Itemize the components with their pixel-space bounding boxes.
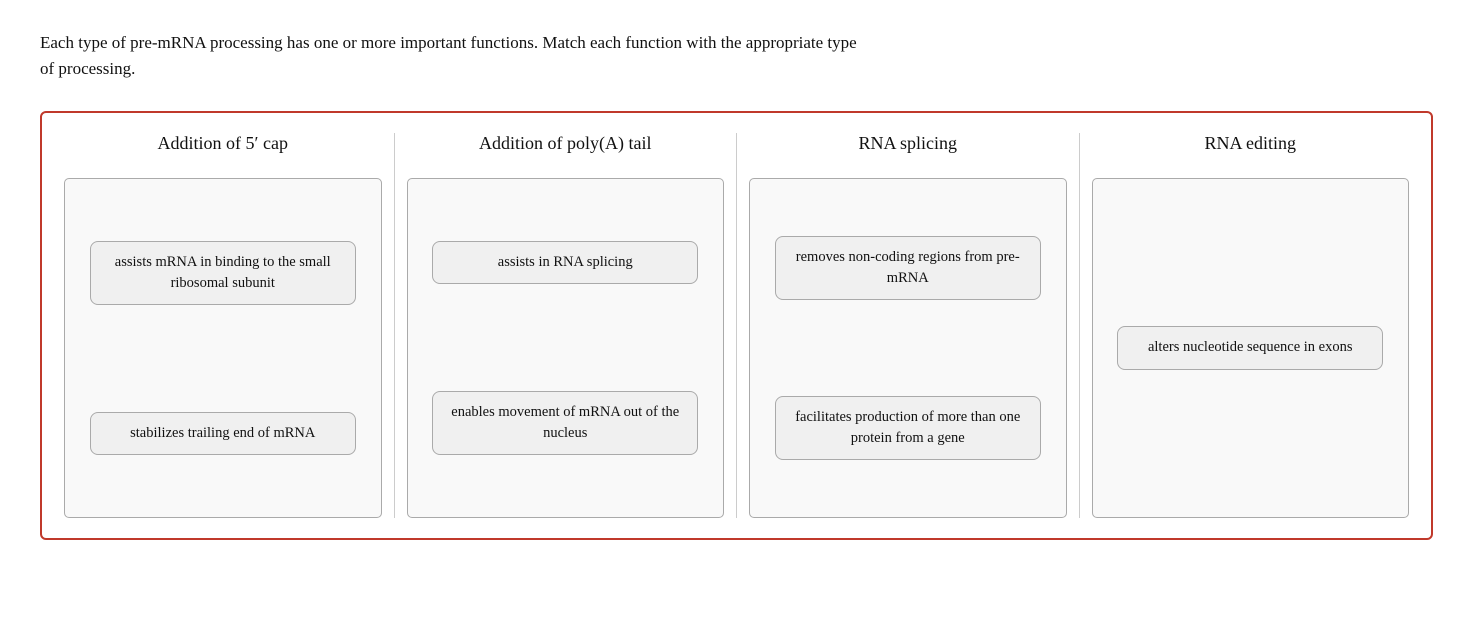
- instructions-line1: Each type of pre-mRNA processing has one…: [40, 33, 857, 52]
- col-5cap-header: Addition of 5′ cap: [158, 133, 288, 162]
- col-polya-dropzone[interactable]: assists in RNA splicing enables movement …: [407, 178, 725, 518]
- col-5cap-dropzone[interactable]: assists mRNA in binding to the small rib…: [64, 178, 382, 518]
- card-2[interactable]: stabilizes trailing end of mRNA: [90, 412, 356, 455]
- instructions: Each type of pre-mRNA processing has one…: [40, 30, 1420, 81]
- card-3[interactable]: assists in RNA splicing: [432, 241, 698, 284]
- col-polya: Addition of poly(A) tail assists in RNA s…: [395, 133, 738, 518]
- col-splicing-header: RNA splicing: [858, 133, 957, 162]
- card-7[interactable]: alters nucleotide sequence in exons: [1117, 326, 1383, 369]
- col-5cap: Addition of 5′ cap assists mRNA in bindin…: [52, 133, 395, 518]
- col-splicing: RNA splicing removes non-coding regions f…: [737, 133, 1080, 518]
- instructions-line2: of processing.: [40, 59, 135, 78]
- col-editing: RNA editing alters nucleotide sequence in…: [1080, 133, 1422, 518]
- card-6[interactable]: facilitates production of more than one …: [775, 396, 1041, 460]
- card-5[interactable]: removes non-coding regions from pre-mRNA: [775, 236, 1041, 300]
- match-container: Addition of 5′ cap assists mRNA in bindin…: [40, 111, 1433, 540]
- col-editing-header: RNA editing: [1204, 133, 1296, 162]
- col-editing-dropzone[interactable]: alters nucleotide sequence in exons: [1092, 178, 1410, 518]
- col-polya-header: Addition of poly(A) tail: [479, 133, 651, 162]
- card-1[interactable]: assists mRNA in binding to the small rib…: [90, 241, 356, 305]
- card-4[interactable]: enables movement of mRNA out of the nucl…: [432, 391, 698, 455]
- col-splicing-dropzone[interactable]: removes non-coding regions from pre-mRNA…: [749, 178, 1067, 518]
